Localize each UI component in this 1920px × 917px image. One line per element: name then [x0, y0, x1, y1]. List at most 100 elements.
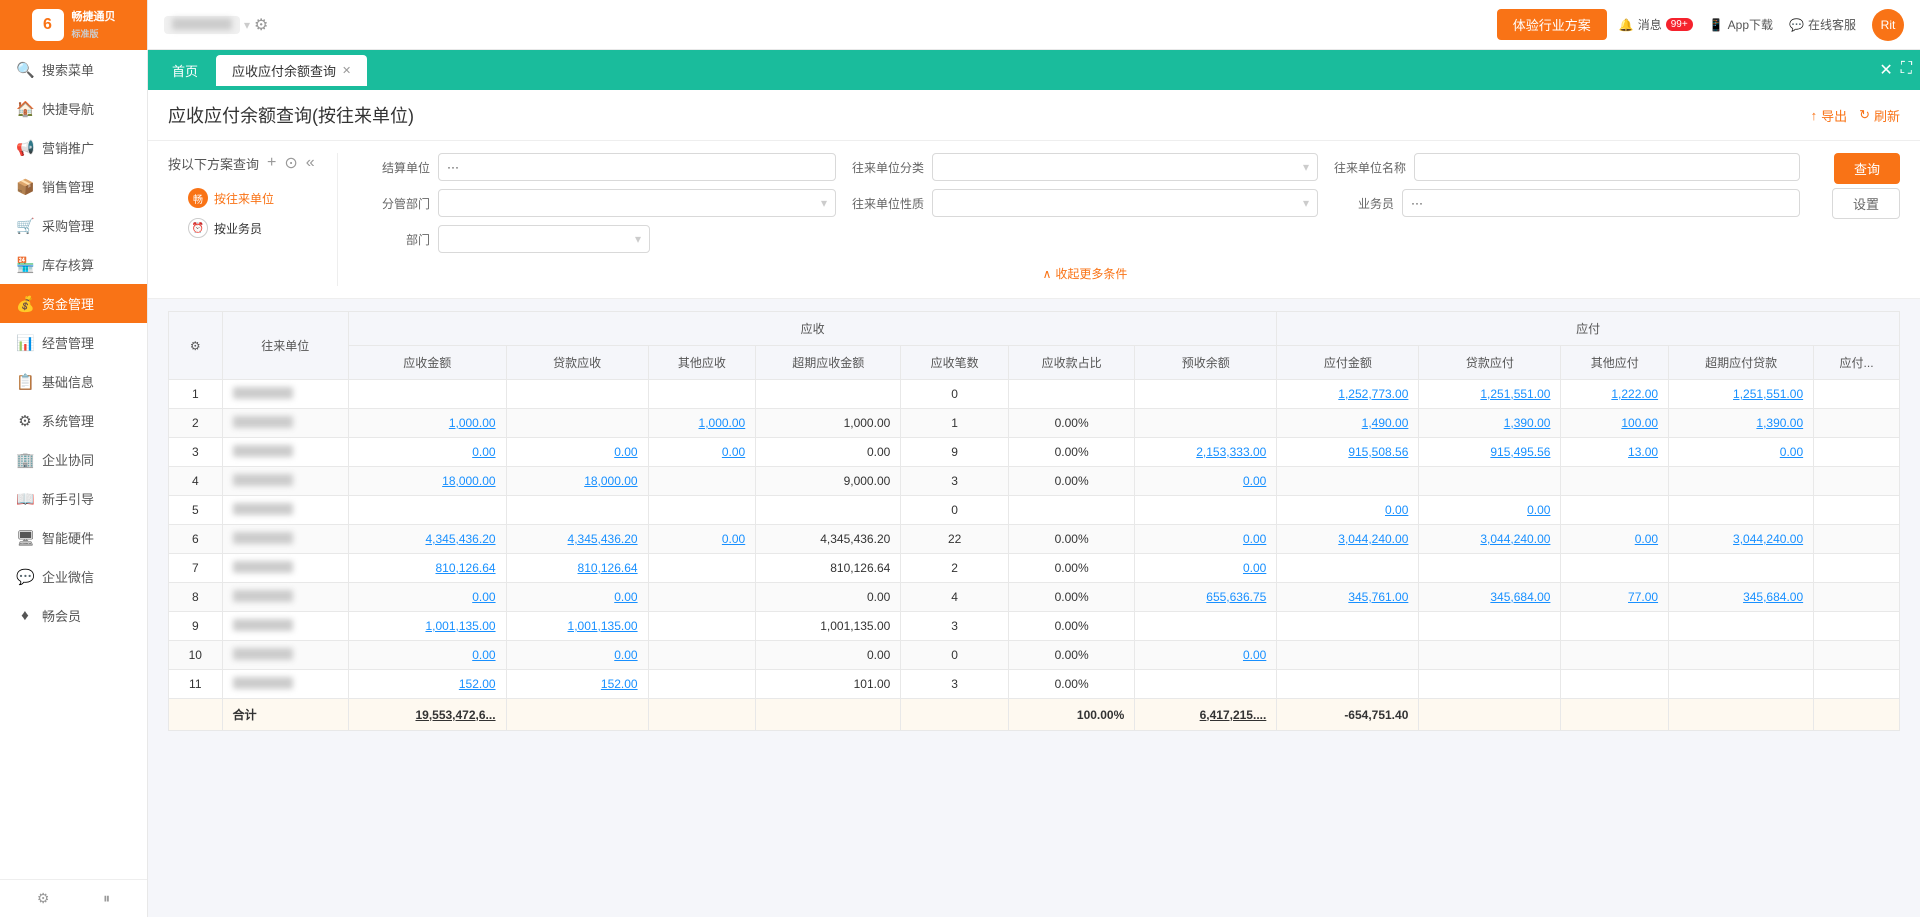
marketing-icon: 📢 — [16, 139, 34, 157]
filter-add-btn[interactable]: + — [267, 154, 276, 172]
filter-collapse-btn[interactable]: ∧ 收起更多条件 — [370, 261, 1800, 286]
table-row: 9 1,001,135.001,001,135.001,001,135.0030… — [169, 612, 1900, 641]
purchase-icon: 🛒 — [16, 217, 34, 235]
sidebar-item-operations[interactable]: 📊经营管理 — [0, 323, 147, 362]
topbar-gear-icon[interactable]: ⚙ — [254, 15, 268, 35]
guide-icon: 📖 — [16, 490, 34, 508]
company-info — [164, 16, 240, 34]
app-edition: 标准版 — [72, 27, 116, 40]
tab-ar-ap[interactable]: 应收应付余额查询 ✕ — [216, 55, 367, 86]
topbar: ▾ ⚙ 体验行业方案 🔔 消息 99+ 📱 App下载 💬 在线客服 Rit — [148, 0, 1920, 50]
filter-options-list: 畅 按往来单位 ⏰ 按业务员 — [188, 185, 321, 241]
trial-btn[interactable]: 体验行业方案 — [1497, 9, 1607, 40]
filter-option-by-unit[interactable]: 畅 按往来单位 — [188, 185, 321, 211]
filter-settings-btn[interactable]: ⊙ — [284, 153, 297, 173]
sidebar-item-quick-nav[interactable]: 🏠快捷导航 — [0, 89, 147, 128]
sidebar-item-guide[interactable]: 📖新手引导 — [0, 479, 147, 518]
filter-input-unit-name[interactable] — [1414, 153, 1800, 181]
sidebar-item-finance[interactable]: 💰资金管理 — [0, 284, 147, 323]
sidebar-item-label-purchase: 采购管理 — [42, 216, 94, 235]
tab-home[interactable]: 首页 — [156, 55, 214, 86]
filter-input-unit-type[interactable]: ▾ — [932, 189, 1318, 217]
page-header: 应收应付余额查询(按往来单位) ↑ 导出 ↻ 刷新 — [148, 90, 1920, 141]
th-ap-other: 其他应付 — [1561, 346, 1669, 380]
field-label-unit-type: 往来单位性质 — [852, 195, 924, 212]
filter-field-unit-name: 往来单位名称 — [1334, 153, 1800, 181]
operations-icon: 📊 — [16, 334, 34, 352]
filter-area: 按以下方案查询 + ⊙ « 畅 按往来单位 ⏰ 按业务员 — [148, 141, 1920, 299]
user-avatar[interactable]: Rit — [1872, 9, 1904, 41]
sidebar-item-sales[interactable]: 📦销售管理 — [0, 167, 147, 206]
filter-input-salesperson[interactable]: ··· — [1402, 189, 1800, 217]
query-btn[interactable]: 查询 — [1834, 153, 1900, 184]
table-row: 8 0.000.000.0040.00%655,636.75345,761.00… — [169, 583, 1900, 612]
footer-collapse-icon[interactable]: ⏸ — [103, 890, 110, 907]
sidebar-item-search[interactable]: 🔍搜索菜单 — [0, 50, 147, 89]
search-icon: 🔍 — [16, 61, 34, 79]
dropdown-arrow: ▾ — [1303, 160, 1309, 174]
app-logo: 6 畅捷通贝 标准版 — [0, 0, 147, 50]
filter-input-dept[interactable]: ▾ — [438, 189, 836, 217]
footer-settings-icon[interactable]: ⚙ — [37, 890, 50, 907]
sidebar-item-purchase[interactable]: 🛒 采购管理 — [0, 206, 147, 245]
download-icon: 📱 — [1709, 18, 1724, 32]
service-icon: 💬 — [1789, 18, 1804, 32]
sidebar-item-hardware[interactable]: 🖥智能硬件 — [0, 518, 147, 557]
table-row: 4 18,000.0018,000.009,000.0030.00%0.00 — [169, 467, 1900, 496]
filter-field-subdept: 部门 ▾ — [370, 225, 650, 253]
footer-ar-amount[interactable]: 19,553,472,6... — [348, 699, 506, 731]
system-icon: ⚙ — [16, 412, 34, 430]
sidebar-item-basic[interactable]: 📋基础信息 — [0, 362, 147, 401]
refresh-btn[interactable]: ↻ 刷新 — [1859, 106, 1900, 125]
sidebar-item-marketing[interactable]: 📢 营销推广 — [0, 128, 147, 167]
filter-header: 按以下方案查询 + ⊙ « — [168, 153, 321, 173]
app-download-btn[interactable]: 📱 App下载 — [1709, 16, 1773, 33]
th-ar-amount: 应收金额 — [348, 346, 506, 380]
tab-expand-icon[interactable]: ⛶ — [1901, 60, 1912, 80]
page-header-actions: ↑ 导出 ↻ 刷新 — [1811, 106, 1900, 125]
set-btn[interactable]: 设置 — [1832, 188, 1900, 219]
table-row: 2 1,000.001,000.001,000.0010.00%1,490.00… — [169, 409, 1900, 438]
filter-option-by-staff[interactable]: ⏰ 按业务员 — [188, 215, 321, 241]
sidebar-item-label-marketing: 营销推广 — [42, 138, 94, 157]
table-area: ⚙ 往来单位 应收 应付 应收金额 贷款应收 其他应收 超期应收金额 应收笔数 … — [148, 299, 1920, 917]
sidebar-item-vip[interactable]: ♦畅会员 — [0, 596, 147, 635]
sidebar-item-wechat[interactable]: 💬 企业微信 — [0, 557, 147, 596]
quick-nav-icon: 🏠 — [16, 100, 34, 118]
online-service-btn[interactable]: 💬 在线客服 — [1789, 16, 1856, 33]
notification-btn[interactable]: 🔔 消息 99+ — [1619, 16, 1693, 33]
export-btn[interactable]: ↑ 导出 — [1811, 106, 1848, 125]
footer-ap-overdue — [1669, 699, 1814, 731]
wechat-icon: 💬 — [16, 568, 34, 586]
filter-field-settlement: 结算单位 ··· — [370, 153, 836, 181]
th-ar-loan: 贷款应收 — [506, 346, 648, 380]
filter-input-settlement[interactable]: ··· — [438, 153, 836, 181]
footer-ar-prepay[interactable]: 6,417,215.... — [1135, 699, 1277, 731]
th-settings[interactable]: ⚙ — [169, 312, 223, 380]
footer-ap-other — [1561, 699, 1669, 731]
filter-field-unit-category: 往来单位分类 ▾ — [852, 153, 1318, 181]
filter-input-subdept[interactable]: ▾ — [438, 225, 650, 253]
tab-close-icon[interactable]: ✕ — [342, 64, 351, 77]
sidebar-item-label-vip: 畅会员 — [42, 606, 81, 625]
table-row: 5 00.000.00 — [169, 496, 1900, 525]
field-label-dept: 分管部门 — [370, 195, 430, 212]
data-table: ⚙ 往来单位 应收 应付 应收金额 贷款应收 其他应收 超期应收金额 应收笔数 … — [168, 311, 1900, 731]
filter-label: 按以下方案查询 — [168, 154, 259, 173]
filter-option-by-unit-icon: 畅 — [188, 188, 208, 208]
finance-icon: 💰 — [16, 295, 34, 313]
sidebar-item-system[interactable]: ⚙系统管理 — [0, 401, 147, 440]
topbar-actions: 🔔 消息 99+ 📱 App下载 💬 在线客服 Rit — [1619, 9, 1904, 41]
filter-input-unit-category[interactable]: ▾ — [932, 153, 1318, 181]
sidebar-item-enterprise[interactable]: 🏢企业协同 — [0, 440, 147, 479]
footer-label: 合计 — [222, 699, 348, 731]
inventory-icon: 🏪 — [16, 256, 34, 274]
sidebar-menu: 🔍搜索菜单🏠快捷导航 📢 营销推广 📦销售管理 🛒 采购管理 🏪库存核算💰资金管理📊经营管理… — [0, 50, 147, 879]
table-row: 10 0.000.000.0000.00%0.00 — [169, 641, 1900, 670]
main-content: ▾ ⚙ 体验行业方案 🔔 消息 99+ 📱 App下载 💬 在线客服 Rit — [148, 0, 1920, 917]
tab-close-all-icon[interactable]: ✕ — [1879, 60, 1892, 80]
sidebar-item-label-wechat: 企业微信 — [42, 567, 94, 586]
sidebar-item-inventory[interactable]: 🏪库存核算 — [0, 245, 147, 284]
filter-collapse-btn[interactable]: « — [306, 154, 315, 172]
page-title: 应收应付余额查询(按往来单位) — [168, 102, 414, 128]
